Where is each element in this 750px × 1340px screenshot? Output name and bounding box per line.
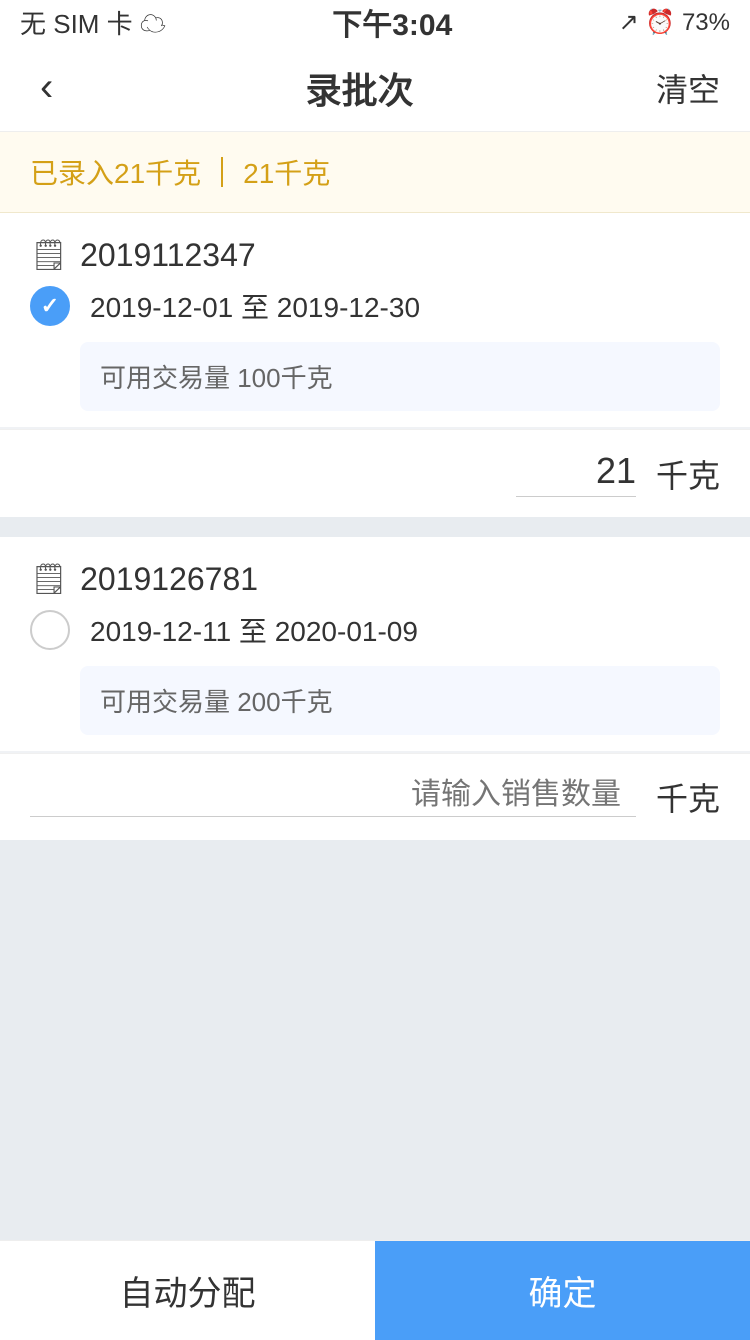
quantity-underline-1: 21 xyxy=(516,450,636,497)
total-text: 21千克 xyxy=(243,152,330,192)
quantity-row-1: 21 千克 xyxy=(0,429,750,517)
quantity-value-1: 21 xyxy=(596,450,636,491)
batch-icon-2: 🗒 xyxy=(30,562,68,597)
sim-text: 无 SIM 卡 ☁ xyxy=(20,4,166,41)
batch-date-row-2[interactable]: 2019-12-11 至 2020-01-09 xyxy=(0,610,750,666)
radio-button-2[interactable] xyxy=(30,610,70,650)
batch-date-2: 2019-12-11 至 2020-01-09 xyxy=(90,610,418,650)
section-separator xyxy=(0,517,750,537)
input-row-2: 千克 xyxy=(0,753,750,840)
status-bar: 无 SIM 卡 ☁ 下午3:04 ↗ ⏰ 73% xyxy=(0,0,750,44)
batch-header-2: 🗒 2019126781 xyxy=(0,537,750,610)
quantity-unit-1: 千克 xyxy=(656,451,720,497)
status-right: ↗ ⏰ 73% xyxy=(619,8,730,37)
status-left: 无 SIM 卡 ☁ xyxy=(20,4,166,41)
auto-distribute-button[interactable]: 自动分配 xyxy=(0,1241,375,1340)
nav-bar: ‹ 录批次 清空 xyxy=(0,44,750,132)
input-unit-2: 千克 xyxy=(656,774,720,820)
clear-button[interactable]: 清空 xyxy=(656,65,720,111)
batch-availability-1: 可用交易量 100千克 xyxy=(80,342,720,411)
batch-card-1: 🗒 2019112347 2019-12-01 至 2019-12-30 可用交… xyxy=(0,213,750,427)
batch-date-1: 2019-12-01 至 2019-12-30 xyxy=(90,286,420,326)
radio-button-1[interactable] xyxy=(30,286,70,326)
batch-id-2: 2019126781 xyxy=(80,561,258,598)
recorded-text: 已录入21千克 xyxy=(30,152,201,192)
batch-icon-1: 🗒 xyxy=(30,238,68,273)
status-time: 下午3:04 xyxy=(332,0,452,44)
back-button[interactable]: ‹ xyxy=(30,55,63,120)
status-icons: ↗ ⏰ 73% xyxy=(619,8,730,37)
confirm-button[interactable]: 确定 xyxy=(375,1241,750,1340)
batch-id-1: 2019112347 xyxy=(80,237,256,274)
gray-area xyxy=(0,840,750,1240)
batch-header-1: 🗒 2019112347 xyxy=(0,213,750,286)
bottom-bar: 自动分配 确定 xyxy=(0,1240,750,1340)
input-underline-2 xyxy=(30,778,636,817)
batch-date-row-1[interactable]: 2019-12-01 至 2019-12-30 xyxy=(0,286,750,342)
page-title: 录批次 xyxy=(306,62,414,114)
info-banner: 已录入21千克 21千克 xyxy=(0,132,750,213)
quantity-input-2[interactable] xyxy=(30,778,636,812)
batch-availability-2: 可用交易量 200千克 xyxy=(80,666,720,735)
batch-card-2: 🗒 2019126781 2019-12-11 至 2020-01-09 可用交… xyxy=(0,537,750,751)
info-divider xyxy=(221,157,223,187)
